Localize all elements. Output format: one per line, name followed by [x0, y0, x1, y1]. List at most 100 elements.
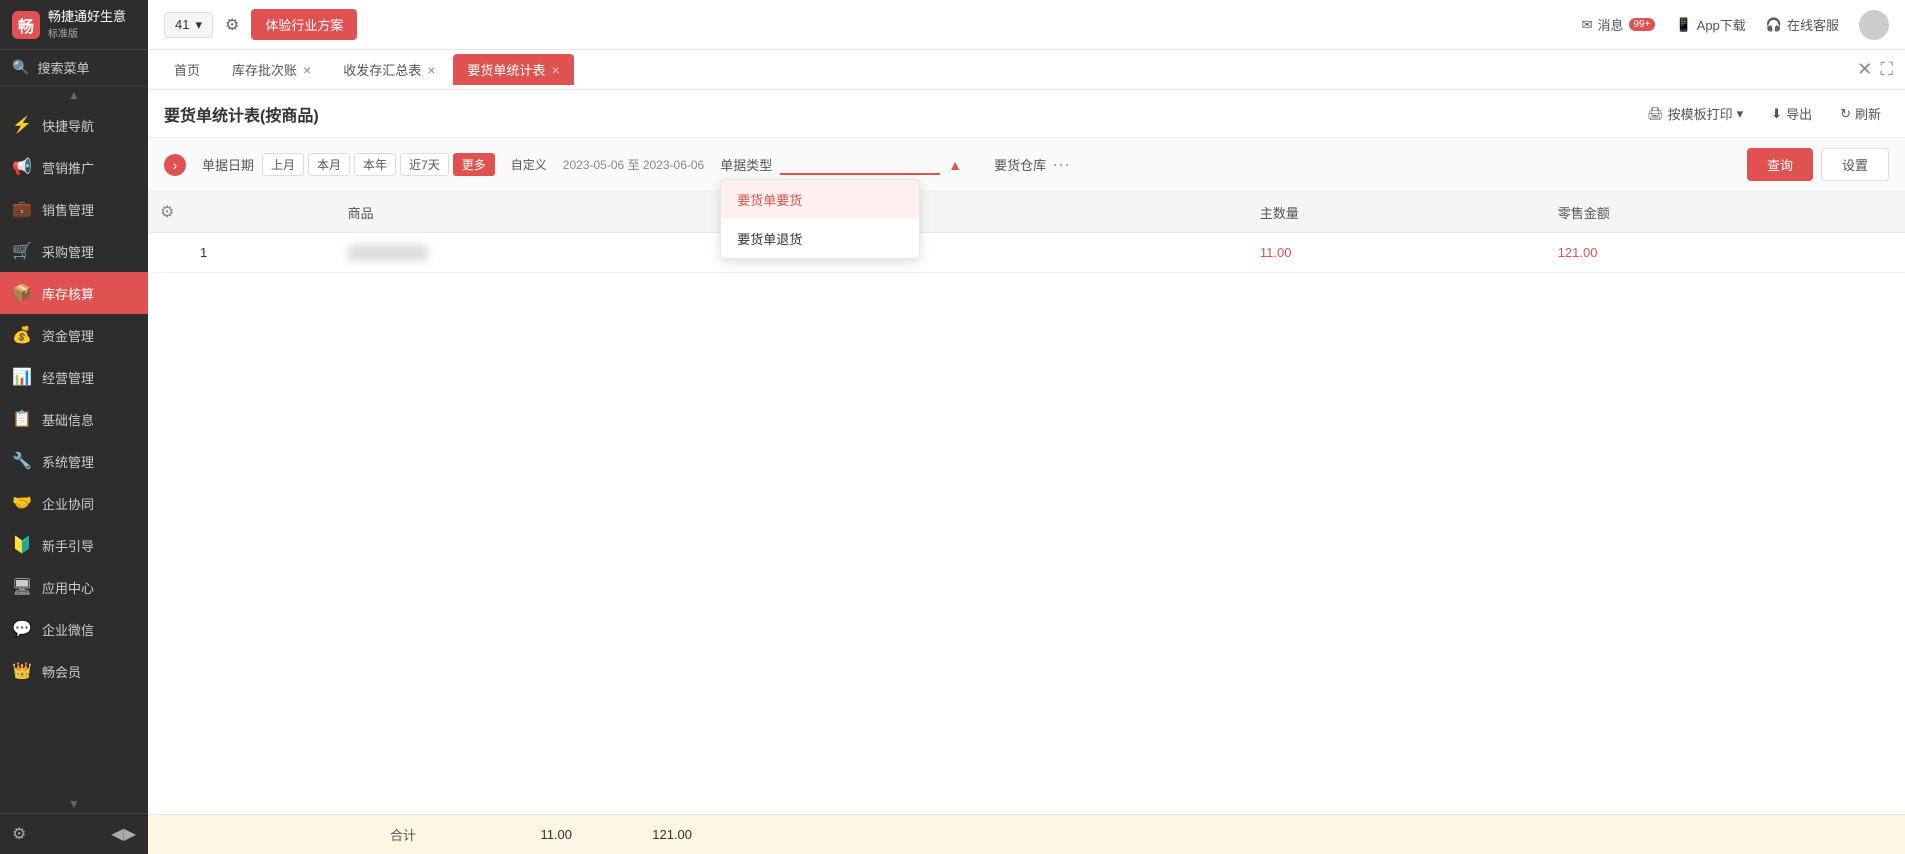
store-selector[interactable]: 41 ▾ — [164, 12, 213, 38]
sidebar-item-label: 资金管理 — [42, 326, 136, 345]
refresh-icon: ↻ — [1840, 106, 1851, 122]
sidebar-item-enterprise[interactable]: 🤝 企业协同 — [0, 482, 148, 524]
tab-inventory-batch-close[interactable]: × — [303, 63, 311, 77]
sidebar-search[interactable]: 🔍 搜索菜单 — [0, 50, 148, 86]
sidebar-item-marketing[interactable]: 📢 营销推广 — [0, 146, 148, 188]
finance-icon: 💰 — [12, 325, 32, 345]
sidebar-item-label: 经营管理 — [42, 368, 136, 387]
table-footer: 合计 11.00 121.00 — [148, 814, 1905, 854]
type-filter-arrow[interactable]: ▲ — [948, 157, 962, 173]
sidebar-scroll-up[interactable]: ▲ — [0, 86, 148, 104]
sidebar-item-label: 企业微信 — [42, 620, 136, 639]
store-number: 41 — [175, 17, 189, 32]
header-right: ✉ 消息 99+ 📱 App下载 🎧 在线客服 — [1582, 10, 1889, 40]
header-left: 41 ▾ ⚙ 体验行业方案 — [164, 9, 357, 40]
date-btn-last-month[interactable]: 上月 — [262, 153, 304, 176]
filter-toggle-btn[interactable]: › — [164, 154, 186, 176]
quick-nav-icon: ⚡ — [12, 115, 32, 135]
dropdown-item-order-purchase[interactable]: 要货单要货 — [721, 180, 919, 219]
tab-order-stats[interactable]: 要货单统计表 × — [453, 54, 573, 85]
sidebar-item-quick-nav[interactable]: ⚡ 快捷导航 — [0, 104, 148, 146]
sidebar-item-system[interactable]: 🔧 系统管理 — [0, 440, 148, 482]
print-icon: 🖨 — [1647, 106, 1664, 122]
notification-action[interactable]: ✉ 消息 99+ — [1582, 15, 1656, 34]
sidebar-scroll-down[interactable]: ▼ — [0, 795, 148, 813]
warehouse-filter-label: 要货仓库 — [994, 155, 1046, 174]
sidebar-item-operations[interactable]: 📊 经营管理 — [0, 356, 148, 398]
sidebar-item-finance[interactable]: 💰 资金管理 — [0, 314, 148, 356]
footer-quantity: 11.00 — [476, 827, 596, 842]
user-avatar[interactable] — [1859, 10, 1889, 40]
date-shortcuts: 上月 本月 本年 近7天 更多 — [262, 153, 495, 176]
tab-home[interactable]: 首页 — [160, 54, 214, 85]
tab-receivable-summary-close[interactable]: × — [427, 63, 435, 77]
online-service-label: 在线客服 — [1787, 15, 1839, 34]
search-icon: 🔍 — [12, 59, 29, 76]
print-dropdown-icon: ▾ — [1737, 106, 1744, 122]
app-download-icon: 📱 — [1675, 17, 1691, 33]
notification-label: 消息 — [1597, 15, 1623, 34]
sidebar-item-label: 营销推广 — [42, 158, 136, 177]
warehouse-more-btn[interactable]: ··· — [1052, 154, 1070, 175]
tabs-actions: ✕ ⛶ — [1857, 59, 1893, 80]
table-settings-icon[interactable]: ⚙ — [160, 204, 174, 221]
sidebar-item-guide[interactable]: 🔰 新手引导 — [0, 524, 148, 566]
sidebar-item-label: 畅会员 — [42, 662, 136, 681]
settings-btn[interactable]: 设置 — [1821, 148, 1889, 181]
sidebar-item-basic-info[interactable]: 📋 基础信息 — [0, 398, 148, 440]
collapse-icon[interactable]: ◀▶ — [111, 824, 136, 844]
sidebar-item-wechat[interactable]: 💬 企业微信 — [0, 608, 148, 650]
tab-inventory-batch[interactable]: 库存批次账 × — [218, 54, 325, 85]
export-label: 导出 — [1786, 104, 1812, 123]
date-btn-more[interactable]: 更多 — [453, 153, 495, 176]
row-settings-cell — [148, 233, 188, 273]
sidebar: 畅 畅捷通好生意 标准版 🔍 搜索菜单 ▲ ⚡ 快捷导航 📢 营销推广 💼 销售… — [0, 0, 148, 854]
app-download-action[interactable]: 📱 App下载 — [1675, 15, 1745, 34]
date-filter-label: 单据日期 — [202, 155, 254, 174]
data-table: ⚙ 商品 主计量单位 主数量 零售金额 1 — [148, 192, 1905, 273]
online-service-action[interactable]: 🎧 在线客服 — [1766, 15, 1839, 34]
table-area: ⚙ 商品 主计量单位 主数量 零售金额 1 — [148, 192, 1905, 854]
tab-receivable-summary[interactable]: 收发存汇总表 × — [329, 54, 449, 85]
sidebar-item-label: 应用中心 — [42, 578, 136, 597]
date-btn-this-month[interactable]: 本月 — [308, 153, 350, 176]
sidebar-item-inventory[interactable]: 📦 库存核算 — [0, 272, 148, 314]
filter-right: 查询 设置 — [1747, 148, 1889, 181]
header-gear-icon[interactable]: ⚙ — [225, 15, 239, 35]
row-num-cell: 1 — [188, 233, 336, 273]
sidebar-item-app-center[interactable]: 🖥 应用中心 — [0, 566, 148, 608]
window-close-icon[interactable]: ✕ — [1857, 59, 1872, 80]
page-content: 要货单统计表(按商品) 🖨 按模板打印 ▾ ⬇ 导出 ↻ 刷新 › — [148, 90, 1905, 854]
sidebar-item-purchase[interactable]: 🛒 采购管理 — [0, 230, 148, 272]
sidebar-footer: ⚙ ◀▶ — [0, 813, 148, 854]
marketing-icon: 📢 — [12, 157, 32, 177]
date-btn-this-year[interactable]: 本年 — [354, 153, 396, 176]
query-btn[interactable]: 查询 — [1747, 148, 1813, 181]
sidebar-item-sales[interactable]: 💼 销售管理 — [0, 188, 148, 230]
basic-info-icon: 📋 — [12, 409, 32, 429]
row-quantity-link[interactable]: 11.00 — [1260, 245, 1292, 260]
tab-inventory-batch-label: 库存批次账 — [232, 60, 297, 79]
col-settings-header: ⚙ — [148, 192, 188, 233]
print-btn[interactable]: 🖨 按模板打印 ▾ — [1639, 100, 1751, 127]
row-amount-link[interactable]: 121.00 — [1558, 245, 1598, 260]
date-custom-btn[interactable]: 自定义 — [503, 154, 555, 175]
sidebar-item-vip[interactable]: 👑 畅会员 — [0, 650, 148, 692]
sidebar-item-label: 库存核算 — [42, 284, 136, 303]
settings-icon[interactable]: ⚙ — [12, 824, 26, 844]
window-max-icon[interactable]: ⛶ — [1880, 59, 1893, 80]
date-btn-last-7-days[interactable]: 近7天 — [400, 153, 449, 176]
app-center-icon: 🖥 — [12, 577, 32, 597]
type-filter-input[interactable] — [780, 154, 940, 175]
table-scroll[interactable]: ⚙ 商品 主计量单位 主数量 零售金额 1 — [148, 192, 1905, 814]
sidebar-item-label: 新手引导 — [42, 536, 136, 555]
page-title: 要货单统计表(按商品) — [164, 102, 319, 126]
industry-btn[interactable]: 体验行业方案 — [251, 9, 357, 40]
refresh-btn[interactable]: ↻ 刷新 — [1832, 100, 1889, 127]
refresh-label: 刷新 — [1855, 104, 1881, 123]
dropdown-item-order-return[interactable]: 要货单退货 — [721, 219, 919, 258]
tab-order-stats-label: 要货单统计表 — [467, 60, 545, 79]
page-header: 要货单统计表(按商品) 🖨 按模板打印 ▾ ⬇ 导出 ↻ 刷新 — [148, 90, 1905, 138]
export-btn[interactable]: ⬇ 导出 — [1763, 100, 1820, 127]
tab-order-stats-close[interactable]: × — [551, 63, 559, 77]
